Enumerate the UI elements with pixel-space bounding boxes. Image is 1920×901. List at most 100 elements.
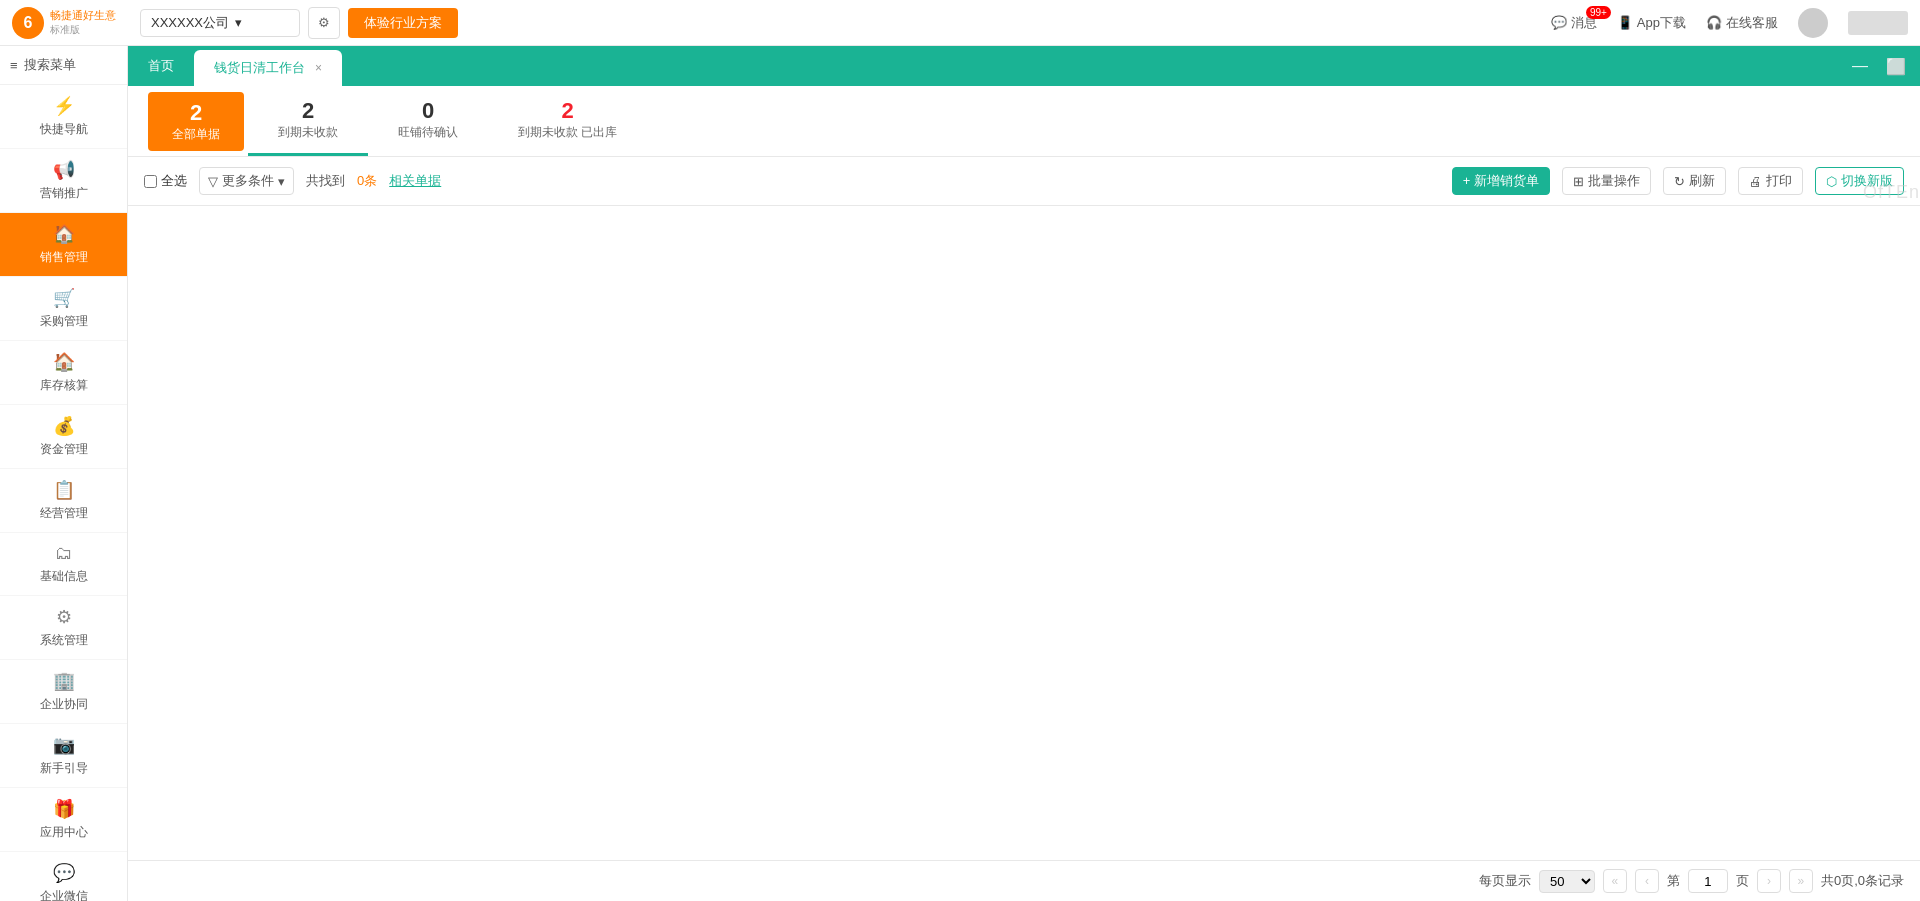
sidebar-item-enterprise[interactable]: 🏢 企业协同 bbox=[0, 660, 127, 724]
experience-button[interactable]: 体验行业方案 bbox=[348, 8, 458, 38]
print-button[interactable]: 🖨 打印 bbox=[1738, 167, 1803, 195]
basic-info-icon: 🗂 bbox=[55, 543, 73, 564]
header-right: 💬 消息 99+ 📱 App下载 🎧 在线客服 bbox=[1551, 8, 1908, 38]
sales-icon: 🏠 bbox=[53, 223, 75, 245]
sidebar-item-operations[interactable]: 📋 经营管理 bbox=[0, 469, 127, 533]
headset-icon: 🎧 bbox=[1706, 15, 1722, 30]
inventory-icon: 🏠 bbox=[53, 351, 75, 373]
stat-tab-overdue[interactable]: 2 到期未收款 bbox=[248, 86, 368, 156]
first-page-button[interactable]: « bbox=[1603, 869, 1627, 893]
toolbar: 全选 ▽ 更多条件 ▾ 共找到 0条 相关单据 + 新增销货单 ⊞ 批量操作 bbox=[128, 157, 1920, 206]
tab-workbench[interactable]: 钱货日清工作台 × bbox=[194, 50, 342, 86]
search-icon: ≡ bbox=[10, 58, 18, 73]
sidebar-label-newbie: 新手引导 bbox=[40, 760, 88, 777]
company-name: XXXXXX公司 bbox=[151, 14, 229, 32]
sidebar-label-basic-info: 基础信息 bbox=[40, 568, 88, 585]
per-page-select[interactable]: 50 100 200 bbox=[1539, 870, 1595, 893]
prev-page-button[interactable]: ‹ bbox=[1635, 869, 1659, 893]
more-conditions-button[interactable]: ▽ 更多条件 ▾ bbox=[199, 167, 294, 195]
print-label: 打印 bbox=[1766, 172, 1792, 190]
main-content: 首页 钱货日清工作台 × — ⬜ 2 全部单据 bbox=[128, 46, 1920, 901]
sidebar-item-app-center[interactable]: 🎁 应用中心 bbox=[0, 788, 127, 852]
logo-area: 6 畅捷通好生意 标准版 bbox=[12, 7, 140, 39]
related-orders-link[interactable]: 相关单据 bbox=[389, 172, 441, 190]
found-text: 共找到 bbox=[306, 172, 345, 190]
online-service-action[interactable]: 🎧 在线客服 bbox=[1706, 14, 1778, 32]
sidebar: ≡ 搜索菜单 ⚡ 快捷导航 📢 营销推广 🏠 销售管理 🛒 采购管理 🏠 库存核… bbox=[0, 46, 128, 901]
stat-tab-wangpu[interactable]: 0 旺铺待确认 bbox=[368, 86, 488, 156]
filter-icon: ▽ bbox=[208, 174, 218, 189]
logo-badge: 标准版 bbox=[50, 23, 116, 37]
sidebar-item-wechat[interactable]: 💬 企业微信 bbox=[0, 852, 127, 901]
sidebar-label-operations: 经营管理 bbox=[40, 505, 88, 522]
wangpu-count: 0 bbox=[422, 98, 434, 124]
new-order-button[interactable]: + 新增销货单 bbox=[1452, 167, 1550, 195]
select-all-checkbox[interactable]: 全选 bbox=[144, 172, 187, 190]
marketing-icon: 📢 bbox=[53, 159, 75, 181]
sidebar-item-basic-info[interactable]: 🗂 基础信息 bbox=[0, 533, 127, 596]
sidebar-item-quick-nav[interactable]: ⚡ 快捷导航 bbox=[0, 85, 127, 149]
batch-button[interactable]: ⊞ 批量操作 bbox=[1562, 167, 1651, 195]
chevron-down-icon: ▾ bbox=[235, 15, 242, 30]
chevron-icon: ▾ bbox=[278, 174, 285, 189]
found-count: 0条 bbox=[357, 172, 377, 190]
toolbar-right: + 新增销货单 ⊞ 批量操作 ↻ 刷新 🖨 打印 ⬡ bbox=[1452, 167, 1904, 195]
sidebar-label-purchase: 采购管理 bbox=[40, 313, 88, 330]
page-suffix: 页 bbox=[1736, 872, 1749, 890]
stat-tab-all[interactable]: 2 全部单据 bbox=[148, 92, 244, 151]
wechat-icon: 💬 bbox=[53, 862, 75, 884]
search-label: 搜索菜单 bbox=[24, 56, 76, 74]
sidebar-label-system: 系统管理 bbox=[40, 632, 88, 649]
message-icon: 💬 bbox=[1551, 15, 1567, 30]
company-selector[interactable]: XXXXXX公司 ▾ bbox=[140, 9, 300, 37]
content-area: 2 全部单据 2 到期未收款 0 旺铺待确认 2 到期未收款 已 bbox=[128, 86, 1920, 901]
sidebar-label-marketing: 营销推广 bbox=[40, 185, 88, 202]
next-page-button[interactable]: › bbox=[1757, 869, 1781, 893]
app-download-action[interactable]: 📱 App下载 bbox=[1617, 14, 1686, 32]
refresh-icon: ↻ bbox=[1674, 174, 1685, 189]
app-download-icon: 📱 bbox=[1617, 15, 1633, 30]
sidebar-item-purchase[interactable]: 🛒 采购管理 bbox=[0, 277, 127, 341]
page-input[interactable] bbox=[1688, 869, 1728, 893]
pagination: 每页显示 50 100 200 « ‹ 第 页 › » 共0页,0条记录 bbox=[128, 860, 1920, 901]
finance-icon: 💰 bbox=[53, 415, 75, 437]
gear-icon: ⚙ bbox=[318, 15, 330, 30]
sidebar-item-inventory[interactable]: 🏠 库存核算 bbox=[0, 341, 127, 405]
total-label: 共0页,0条记录 bbox=[1821, 872, 1904, 890]
operations-icon: 📋 bbox=[53, 479, 75, 501]
system-icon: ⚙ bbox=[56, 606, 72, 628]
all-orders-label: 全部单据 bbox=[172, 126, 220, 143]
sidebar-item-marketing[interactable]: 📢 营销推广 bbox=[0, 149, 127, 213]
per-page-label: 每页显示 bbox=[1479, 872, 1531, 890]
wangpu-label: 旺铺待确认 bbox=[398, 124, 458, 141]
sidebar-label-quick-nav: 快捷导航 bbox=[40, 121, 88, 138]
enterprise-icon: 🏢 bbox=[53, 670, 75, 692]
refresh-label: 刷新 bbox=[1689, 172, 1715, 190]
sidebar-label-inventory: 库存核算 bbox=[40, 377, 88, 394]
sidebar-search[interactable]: ≡ 搜索菜单 bbox=[0, 46, 127, 85]
sidebar-item-finance[interactable]: 💰 资金管理 bbox=[0, 405, 127, 469]
select-all-input[interactable] bbox=[144, 175, 157, 188]
tab-close-icon[interactable]: × bbox=[315, 61, 322, 75]
tab-minimize-button[interactable]: — bbox=[1846, 52, 1874, 80]
sidebar-label-sales: 销售管理 bbox=[40, 249, 88, 266]
settings-button[interactable]: ⚙ bbox=[308, 7, 340, 39]
new-order-label: + 新增销货单 bbox=[1463, 172, 1539, 190]
sidebar-item-sales[interactable]: 🏠 销售管理 bbox=[0, 213, 127, 277]
switch-new-version-button[interactable]: ⬡ 切换新版 bbox=[1815, 167, 1904, 195]
more-conditions-label: 更多条件 bbox=[222, 172, 274, 190]
last-page-button[interactable]: » bbox=[1789, 869, 1813, 893]
sidebar-item-system[interactable]: ⚙ 系统管理 bbox=[0, 596, 127, 660]
sidebar-item-newbie[interactable]: 📷 新手引导 bbox=[0, 724, 127, 788]
tab-home[interactable]: 首页 bbox=[128, 46, 194, 86]
avatar[interactable] bbox=[1798, 8, 1828, 38]
refresh-button[interactable]: ↻ 刷新 bbox=[1663, 167, 1726, 195]
stat-tab-overdue-unshipped[interactable]: 2 到期未收款 已出库 bbox=[488, 86, 647, 156]
logo-text: 畅捷通好生意 bbox=[50, 8, 116, 22]
username-area[interactable] bbox=[1848, 11, 1908, 35]
purchase-icon: 🛒 bbox=[53, 287, 75, 309]
message-action[interactable]: 💬 消息 99+ bbox=[1551, 14, 1597, 32]
tab-restore-button[interactable]: ⬜ bbox=[1882, 52, 1910, 80]
newbie-icon: 📷 bbox=[53, 734, 75, 756]
overdue-count: 2 bbox=[302, 98, 314, 124]
